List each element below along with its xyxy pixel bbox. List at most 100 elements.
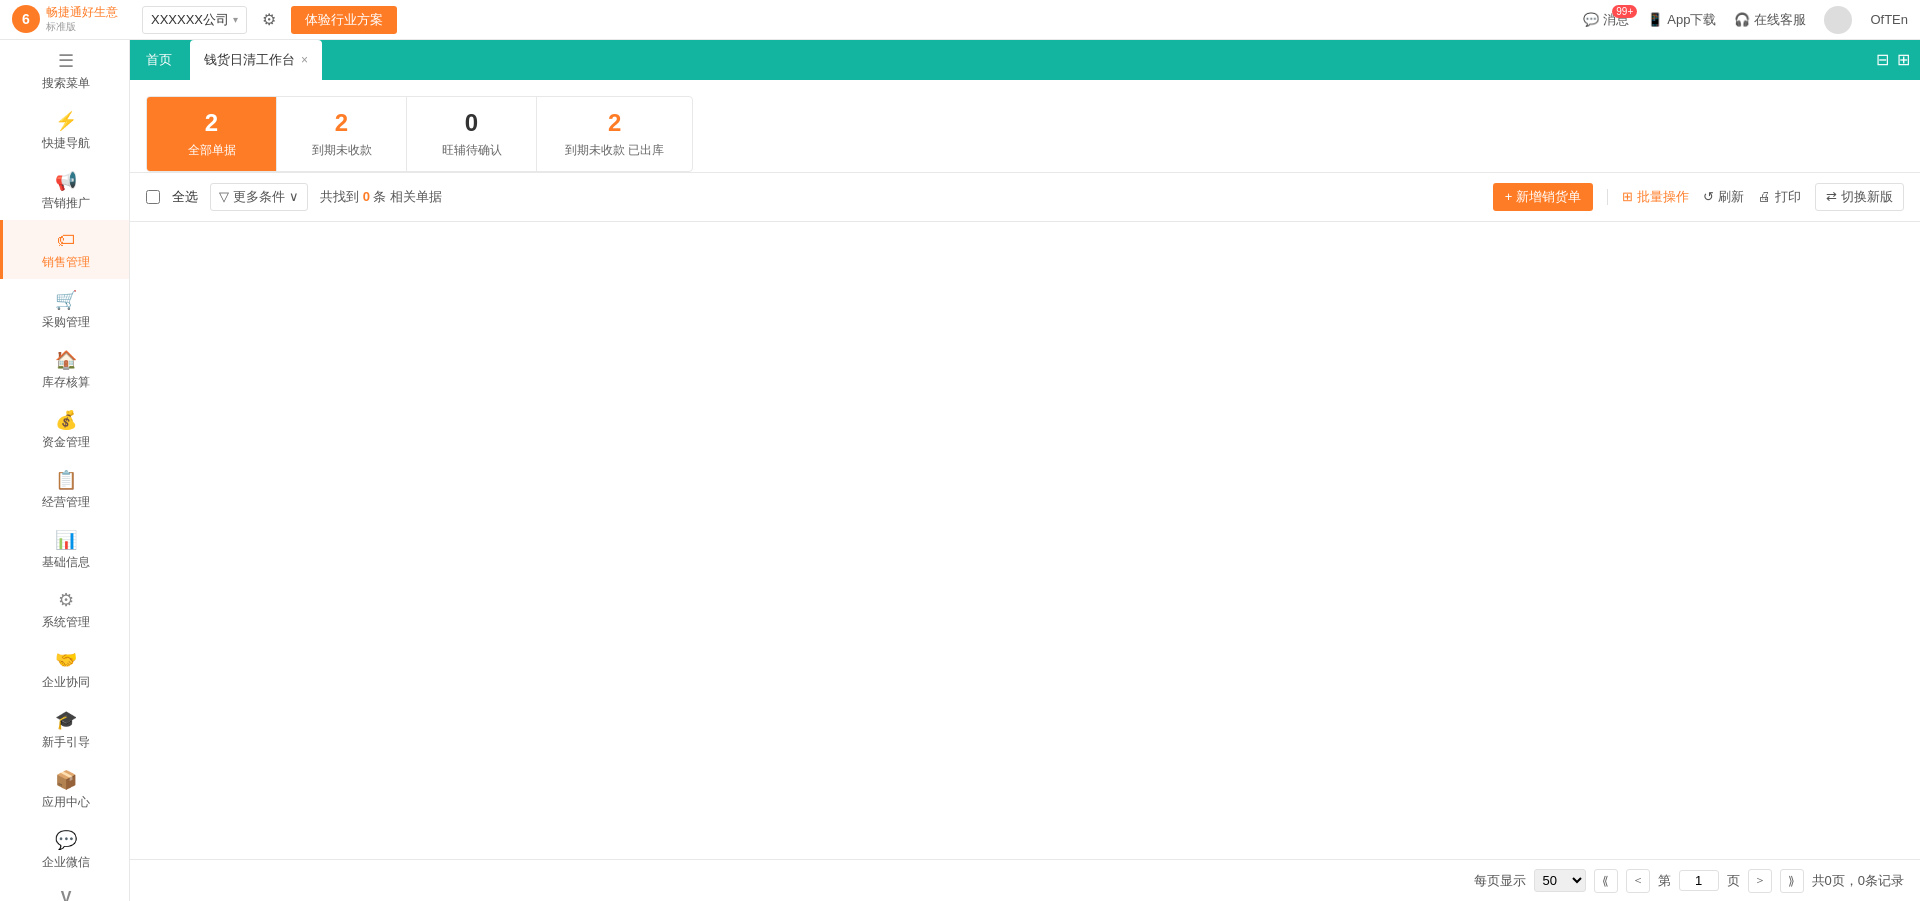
sidebar-item-operation[interactable]: 📋 经营管理 [0, 459, 129, 519]
first-page-button[interactable]: ⟪ [1594, 869, 1618, 893]
sales-icon: 🏷 [57, 230, 75, 251]
sidebar-item-finance[interactable]: 💰 资金管理 [0, 399, 129, 459]
logo-text: 畅捷通好生意 [46, 5, 118, 19]
sidebar-label: 系统管理 [42, 614, 90, 631]
avatar-name: OfTEn [1870, 12, 1908, 27]
sidebar-label: 快捷导航 [42, 135, 90, 152]
sidebar-item-wechat[interactable]: 💬 企业微信 [0, 819, 129, 879]
sidebar: ☰ 搜索菜单 ⚡ 快捷导航 📢 营销推广 🏷 销售管理 🛒 采购管理 🏠 库存核… [0, 40, 130, 901]
sidebar-item-marketing[interactable]: 📢 营销推广 [0, 160, 129, 220]
service-icon: 🎧 [1734, 12, 1750, 27]
sidebar-item-quick-nav[interactable]: ⚡ 快捷导航 [0, 100, 129, 160]
sidebar-label: 搜索菜单 [42, 75, 90, 92]
message-button[interactable]: 💬 消息 99+ [1583, 11, 1629, 29]
tab-expand-button[interactable]: ⊞ [1897, 52, 1910, 68]
operation-icon: 📋 [55, 469, 77, 491]
sidebar-label: 新手引导 [42, 734, 90, 751]
new-order-button[interactable]: + 新增销货单 [1493, 183, 1593, 211]
trial-button[interactable]: 体验行业方案 [291, 6, 397, 34]
prev-page-button[interactable]: ＜ [1626, 869, 1650, 893]
sidebar-label: 销售管理 [42, 254, 90, 271]
select-all-label: 全选 [172, 188, 198, 206]
sidebar-item-member[interactable]: V 畅会员 [0, 879, 129, 901]
sidebar-label: 资金管理 [42, 434, 90, 451]
sidebar-item-purchase[interactable]: 🛒 采购管理 [0, 279, 129, 339]
sidebar-item-inventory[interactable]: 🏠 库存核算 [0, 339, 129, 399]
tab-home[interactable]: 首页 [130, 40, 188, 80]
batch-icon: ⊞ [1622, 189, 1633, 204]
card-count-shipped: 2 [565, 109, 664, 138]
card-count-all: 2 [175, 109, 248, 138]
sidebar-item-system[interactable]: ⚙ 系统管理 [0, 579, 129, 639]
page-size-select[interactable]: 50 100 200 [1534, 869, 1586, 892]
print-button[interactable]: 🖨 打印 [1758, 188, 1801, 206]
refresh-button[interactable]: ↺ 刷新 [1703, 188, 1744, 206]
summary-card-shipped[interactable]: 2 到期未收款 已出库 [537, 97, 692, 171]
found-suffix: 条 相关单据 [373, 189, 442, 204]
page-label: 第 [1658, 872, 1671, 890]
company-selector[interactable]: XXXXXX公司 ▾ [142, 6, 247, 34]
filter-button[interactable]: ▽ 更多条件 ∨ [210, 183, 308, 211]
summary-card-overdue[interactable]: 2 到期未收款 [277, 97, 407, 171]
tab-label: 钱货日清工作台 [204, 51, 295, 69]
sidebar-item-app-center[interactable]: 📦 应用中心 [0, 759, 129, 819]
avatar[interactable] [1824, 6, 1852, 34]
card-label-all: 全部单据 [175, 142, 248, 159]
found-count: 0 [363, 189, 370, 204]
company-name: XXXXXX公司 [151, 11, 229, 29]
tab-bar-actions: ⊟ ⊞ [1876, 52, 1920, 68]
batch-label: 批量操作 [1637, 188, 1689, 206]
topbar-right: 💬 消息 99+ 📱 App下载 🎧 在线客服 OfTEn [1583, 6, 1908, 34]
system-icon: ⚙ [58, 589, 74, 611]
select-all-checkbox[interactable] [146, 190, 160, 204]
sidebar-item-basic-info[interactable]: 📊 基础信息 [0, 519, 129, 579]
card-label-shipped: 到期未收款 已出库 [565, 142, 664, 159]
per-page-label: 每页显示 [1474, 872, 1526, 890]
refresh-label: 刷新 [1718, 188, 1744, 206]
tab-work-station[interactable]: 钱货日清工作台 × [190, 40, 322, 80]
search-menu-icon: ☰ [58, 50, 74, 72]
sidebar-item-cooperation[interactable]: 🤝 企业协同 [0, 639, 129, 699]
sidebar-label: 库存核算 [42, 374, 90, 391]
finance-icon: 💰 [55, 409, 77, 431]
total-label: 共0页，0条记录 [1812, 872, 1904, 890]
switch-version-button[interactable]: ⇄ 切换新版 [1815, 183, 1904, 211]
filter-label: 更多条件 [233, 188, 285, 206]
online-service-button[interactable]: 🎧 在线客服 [1734, 11, 1806, 29]
card-label-overdue: 到期未收款 [305, 142, 378, 159]
guide-icon: 🎓 [55, 709, 77, 731]
message-badge: 99+ [1612, 5, 1637, 18]
page-suffix: 页 [1727, 872, 1740, 890]
sidebar-item-sales[interactable]: 🏷 销售管理 [0, 220, 129, 279]
sidebar-item-search-menu[interactable]: ☰ 搜索菜单 [0, 40, 129, 100]
summary-section: 2 全部单据 2 到期未收款 0 旺辅待确认 2 到期未收款 已出库 [130, 80, 1920, 173]
member-icon: V [61, 889, 72, 901]
batch-button[interactable]: ⊞ 批量操作 [1622, 188, 1689, 206]
basic-info-icon: 📊 [55, 529, 77, 551]
toolbar: 全选 ▽ 更多条件 ∨ 共找到 0 条 相关单据 + 新增销货单 ⊞ 批 [130, 173, 1920, 222]
next-page-button[interactable]: ＞ [1748, 869, 1772, 893]
pagination-bar: 每页显示 50 100 200 ⟪ ＜ 第 页 ＞ ⟫ 共0页，0条记录 [130, 859, 1920, 901]
toolbar-right: + 新增销货单 ⊞ 批量操作 ↺ 刷新 🖨 打印 ⇄ [1493, 183, 1904, 211]
print-label: 打印 [1775, 188, 1801, 206]
last-page-button[interactable]: ⟫ [1780, 869, 1804, 893]
sidebar-label: 营销推广 [42, 195, 90, 212]
app-download-button[interactable]: 📱 App下载 [1647, 11, 1716, 29]
summary-card-wangfu[interactable]: 0 旺辅待确认 [407, 97, 537, 171]
tab-close-icon[interactable]: × [301, 53, 308, 67]
sidebar-item-guide[interactable]: 🎓 新手引导 [0, 699, 129, 759]
tab-minimize-button[interactable]: ⊟ [1876, 52, 1889, 68]
filter-chevron-icon: ∨ [289, 189, 299, 204]
settings-icon[interactable]: ⚙ [255, 6, 283, 34]
switch-icon: ⇄ [1826, 189, 1837, 204]
app-download-label: App下载 [1667, 11, 1716, 29]
summary-card-all[interactable]: 2 全部单据 [147, 97, 277, 171]
card-count-wangfu: 0 [435, 109, 508, 138]
filter-icon: ▽ [219, 189, 229, 204]
found-text: 共找到 0 条 相关单据 [320, 188, 442, 206]
tab-bar: 首页 钱货日清工作台 × ⊟ ⊞ [130, 40, 1920, 80]
page-input[interactable] [1679, 870, 1719, 891]
divider [1607, 189, 1608, 205]
topbar: 6 畅捷通好生意 标准版 XXXXXX公司 ▾ ⚙ 体验行业方案 💬 消息 99… [0, 0, 1920, 40]
logo-icon: 6 [12, 5, 40, 33]
